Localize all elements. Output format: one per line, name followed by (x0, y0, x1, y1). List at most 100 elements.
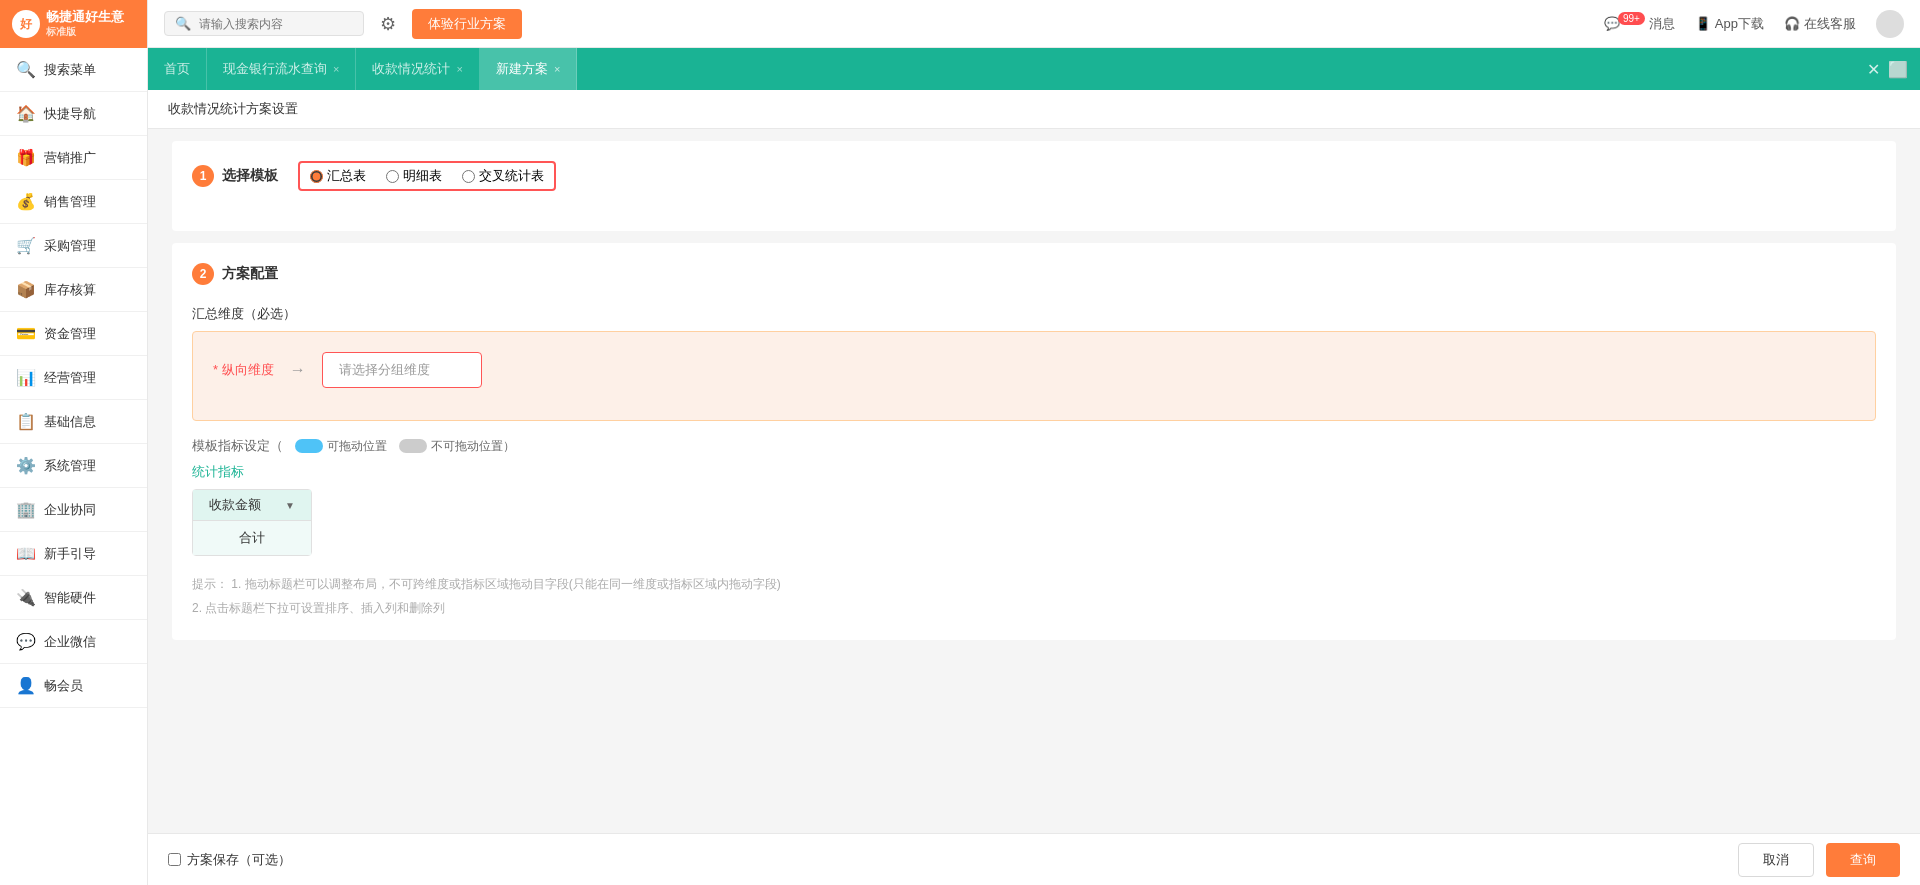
radio-cross[interactable]: 交叉统计表 (462, 167, 544, 185)
hint2: 2. 点击标题栏下拉可设置排序、插入列和删除列 (192, 596, 1876, 620)
sidebar-label-search: 搜索菜单 (44, 61, 96, 79)
user-avatar[interactable] (1876, 10, 1904, 38)
hint1: 提示： 1. 拖动标题栏可以调整布局，不可跨维度或指标区域拖动目字段(只能在同一… (192, 572, 1876, 596)
radio-detail[interactable]: 明细表 (386, 167, 442, 185)
tab-receipt-stats[interactable]: 收款情况统计 × (356, 48, 479, 90)
trial-button[interactable]: 体验行业方案 (412, 9, 522, 39)
download-icon: 📱 (1695, 16, 1711, 31)
tab-bank-flow-label: 现金银行流水查询 (223, 60, 327, 78)
sidebar-item-marketing[interactable]: 🎁 营销推广 (0, 136, 147, 180)
sidebar-label-marketing: 营销推广 (44, 149, 96, 167)
notification-label: 消息 (1649, 15, 1675, 33)
bottom-buttons: 取消 查询 (1738, 843, 1900, 877)
vertical-dim-label: * 纵向维度 (213, 361, 274, 379)
metrics-header-row[interactable]: 收款金额 ▼ (193, 490, 311, 521)
sidebar-item-weixin[interactable]: 💬 企业微信 (0, 620, 147, 664)
draggable-badge: 可拖动位置 (295, 438, 387, 455)
tab-controls: ✕ ⬜ (1855, 60, 1920, 79)
metrics-total-cell: 合计 (193, 521, 311, 555)
tab-receipt-label: 收款情况统计 (372, 60, 450, 78)
header-search-box[interactable]: 🔍 (164, 11, 364, 36)
sidebar-nav: 🔍 搜索菜单 🏠 快捷导航 🎁 营销推广 💰 销售管理 🛒 采购管理 📦 库存核… (0, 48, 147, 885)
page-breadcrumb: 收款情况统计方案设置 (148, 90, 1920, 129)
sidebar: 好 畅捷通好生意 标准版 🔍 搜索菜单 🏠 快捷导航 🎁 营销推广 💰 销售管理… (0, 0, 148, 885)
metrics-area: 统计指标 收款金额 ▼ 合计 (192, 463, 1876, 556)
support-btn[interactable]: 🎧 在线客服 (1784, 15, 1856, 33)
app-name: 畅捷通好生意 (46, 9, 124, 25)
sidebar-label-system: 系统管理 (44, 457, 96, 475)
download-btn[interactable]: 📱 App下载 (1695, 15, 1764, 33)
step2-label: 方案配置 (222, 265, 278, 283)
radio-summary[interactable]: 汇总表 (310, 167, 366, 185)
chevron-down-icon[interactable]: ▼ (285, 500, 295, 511)
sidebar-item-operations[interactable]: 📊 经营管理 (0, 356, 147, 400)
tab-new-plan-close[interactable]: × (554, 63, 560, 75)
tab-bar: 首页 现金银行流水查询 × 收款情况统计 × 新建方案 × ✕ ⬜ (148, 48, 1920, 90)
non-draggable-indicator (399, 439, 427, 453)
cancel-button[interactable]: 取消 (1738, 843, 1814, 877)
sidebar-label-purchase: 采购管理 (44, 237, 96, 255)
sidebar-label-capital: 资金管理 (44, 325, 96, 343)
config-section: 2 方案配置 汇总维度（必选） * 纵向维度 → 请选择分组维度 (172, 243, 1896, 640)
sidebar-item-basicinfo[interactable]: 📋 基础信息 (0, 400, 147, 444)
bottom-bar: 方案保存（可选） 取消 查询 (148, 833, 1920, 885)
save-checkbox[interactable] (168, 853, 181, 866)
operations-icon: 📊 (16, 368, 36, 387)
window-close-icon[interactable]: ✕ (1867, 60, 1880, 79)
template-radio-group: 汇总表 明细表 交叉统计表 (298, 161, 556, 191)
arrow-right-icon: → (290, 361, 306, 379)
tab-home-label: 首页 (164, 60, 190, 78)
vertical-dim-select[interactable]: 请选择分组维度 (322, 352, 482, 388)
support-label: 在线客服 (1804, 15, 1856, 33)
metrics-label-row: 模板指标设定（ 可拖动位置 不可拖动位置） (192, 437, 1876, 455)
sidebar-item-sales[interactable]: 💰 销售管理 (0, 180, 147, 224)
app-logo: 好 畅捷通好生意 标准版 (0, 0, 147, 48)
newbie-icon: 📖 (16, 544, 36, 563)
sidebar-label-sales: 销售管理 (44, 193, 96, 211)
sidebar-label-weixin: 企业微信 (44, 633, 96, 651)
tab-new-plan-label: 新建方案 (496, 60, 548, 78)
step1-number: 1 (192, 165, 214, 187)
weixin-icon: 💬 (16, 632, 36, 651)
vertical-dim-row: * 纵向维度 → 请选择分组维度 (213, 352, 1855, 388)
window-maximize-icon[interactable]: ⬜ (1888, 60, 1908, 79)
search-input[interactable] (199, 17, 339, 31)
sidebar-item-purchase[interactable]: 🛒 采购管理 (0, 224, 147, 268)
tab-bank-flow[interactable]: 现金银行流水查询 × (207, 48, 356, 90)
sidebar-label-quicknav: 快捷导航 (44, 105, 96, 123)
sidebar-label-newbie: 新手引导 (44, 545, 96, 563)
template-section: 1 选择模板 汇总表 明细表 交叉统计表 (172, 141, 1896, 231)
tab-bank-flow-close[interactable]: × (333, 63, 339, 75)
sidebar-item-newbie[interactable]: 📖 新手引导 (0, 532, 147, 576)
inventory-icon: 📦 (16, 280, 36, 299)
settings-icon[interactable]: ⚙ (380, 13, 396, 35)
sidebar-item-member[interactable]: 👤 畅会员 (0, 664, 147, 708)
sidebar-item-enterprise[interactable]: 🏢 企业协同 (0, 488, 147, 532)
tab-home[interactable]: 首页 (148, 48, 207, 90)
step2-number: 2 (192, 263, 214, 285)
sidebar-item-smarthw[interactable]: 🔌 智能硬件 (0, 576, 147, 620)
top-header: 🔍 ⚙ 体验行业方案 💬 99+ 消息 📱 App下载 🎧 在线客服 (148, 0, 1920, 48)
purchase-icon: 🛒 (16, 236, 36, 255)
marketing-icon: 🎁 (16, 148, 36, 167)
metrics-header-label: 收款金额 (209, 496, 261, 514)
sidebar-label-inventory: 库存核算 (44, 281, 96, 299)
app-edition: 标准版 (46, 25, 124, 39)
sidebar-item-search-menu[interactable]: 🔍 搜索菜单 (0, 48, 147, 92)
quick-nav-icon: 🏠 (16, 104, 36, 123)
query-button[interactable]: 查询 (1826, 843, 1900, 877)
step1-row: 1 选择模板 汇总表 明细表 交叉统计表 (192, 161, 1876, 191)
tab-receipt-close[interactable]: × (456, 63, 462, 75)
sidebar-item-system[interactable]: ⚙️ 系统管理 (0, 444, 147, 488)
sidebar-item-quick-nav[interactable]: 🏠 快捷导航 (0, 92, 147, 136)
notification-btn[interactable]: 💬 99+ 消息 (1604, 15, 1675, 33)
non-draggable-badge: 不可拖动位置） (399, 438, 515, 455)
sidebar-item-capital[interactable]: 💳 资金管理 (0, 312, 147, 356)
metrics-table: 收款金额 ▼ 合计 (192, 489, 312, 556)
sidebar-item-inventory[interactable]: 📦 库存核算 (0, 268, 147, 312)
tab-new-plan[interactable]: 新建方案 × (480, 48, 577, 90)
non-draggable-label: 不可拖动位置） (431, 438, 515, 455)
system-icon: ⚙️ (16, 456, 36, 475)
basicinfo-icon: 📋 (16, 412, 36, 431)
download-label: App下载 (1715, 15, 1764, 33)
